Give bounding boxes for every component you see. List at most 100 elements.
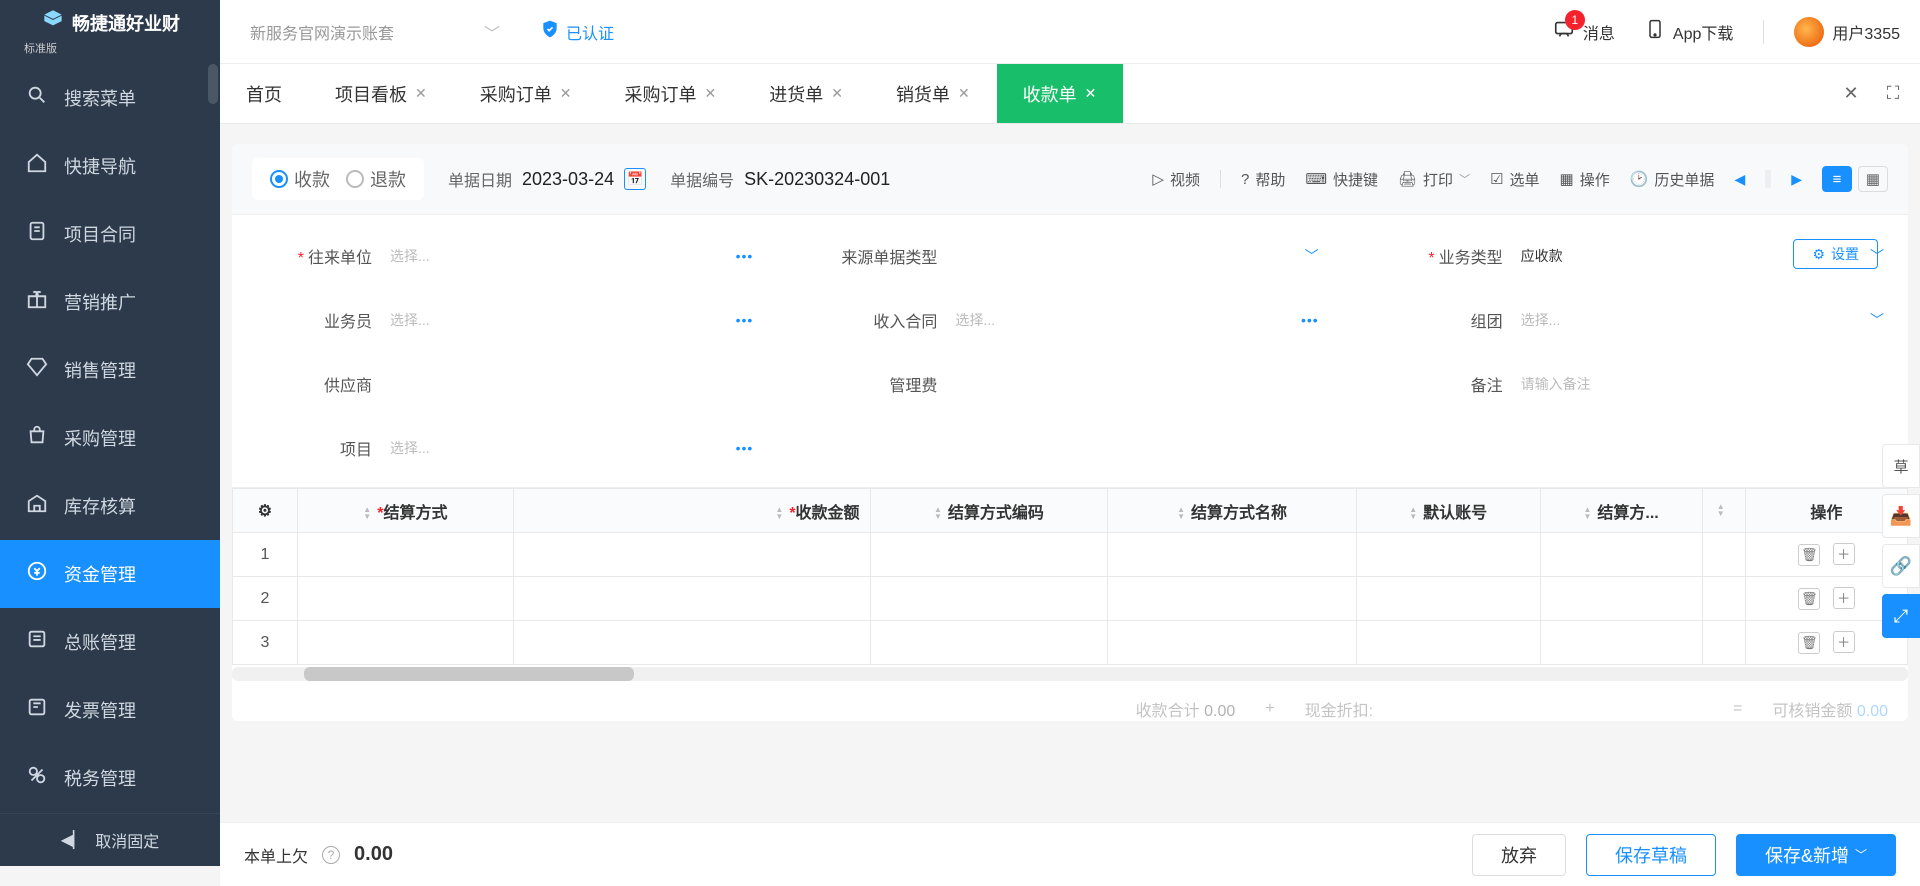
project-input[interactable]: 选择... •••: [386, 431, 757, 465]
toolbar-select[interactable]: ☑选单: [1490, 169, 1539, 190]
close-icon[interactable]: ✕: [1085, 85, 1097, 102]
cell[interactable]: [870, 621, 1108, 665]
cell[interactable]: [513, 577, 870, 621]
tabs-expand[interactable]: ⛶: [1880, 81, 1906, 107]
calendar-icon[interactable]: 📅: [624, 168, 646, 190]
sidebar-item-project-contract[interactable]: 项目合同: [0, 200, 220, 268]
cell[interactable]: [1356, 621, 1540, 665]
sidebar-item-finance[interactable]: 资金管理: [0, 540, 220, 608]
delete-row-button[interactable]: 🗑: [1798, 632, 1820, 654]
add-row-button[interactable]: ＋: [1833, 543, 1855, 565]
toolbar-print[interactable]: 🖨打印﹀: [1398, 169, 1470, 190]
cell[interactable]: [1540, 621, 1702, 665]
save-new-button[interactable]: 保存&新增 ﹀: [1736, 834, 1896, 876]
sticky-inbox[interactable]: 📥: [1882, 494, 1920, 538]
toolbar-help[interactable]: ?帮助: [1241, 169, 1285, 190]
user-action[interactable]: 用户3355: [1794, 17, 1900, 47]
save-draft-button[interactable]: 保存草稿: [1586, 834, 1716, 876]
table-row[interactable]: 1 🗑 ＋: [233, 533, 1908, 577]
nav-prev[interactable]: ◀: [1734, 171, 1745, 188]
tab-receipt[interactable]: 收款单 ✕: [997, 64, 1124, 123]
cell[interactable]: [1356, 577, 1540, 621]
sticky-attachment[interactable]: 🔗: [1882, 544, 1920, 588]
cell[interactable]: [1702, 621, 1745, 665]
nav-next[interactable]: ▶: [1791, 171, 1802, 188]
income-contract-input[interactable]: 选择... •••: [951, 303, 1322, 337]
toolbar-video[interactable]: ▷视频: [1152, 169, 1200, 190]
th-receipt-amount[interactable]: ▲▼*收款金额: [513, 489, 870, 533]
cell[interactable]: [1108, 533, 1357, 577]
delete-row-button[interactable]: 🗑: [1798, 588, 1820, 610]
close-icon[interactable]: ✕: [958, 85, 970, 102]
toolbar-shortcut[interactable]: ⌨快捷键: [1305, 169, 1378, 190]
close-icon[interactable]: ✕: [560, 85, 572, 102]
sidebar-scrollbar[interactable]: [208, 64, 218, 104]
cell[interactable]: [297, 577, 513, 621]
table-row[interactable]: 3 🗑 ＋: [233, 621, 1908, 665]
app-download-action[interactable]: App下载: [1645, 18, 1733, 45]
cell[interactable]: [1540, 533, 1702, 577]
cell[interactable]: [870, 577, 1108, 621]
th-default-account[interactable]: ▲▼默认账号: [1356, 489, 1540, 533]
chevron-down-icon[interactable]: ﹀: [1305, 246, 1319, 266]
radio-receipt[interactable]: 收款: [270, 166, 330, 192]
partner-input[interactable]: 选择... •••: [386, 239, 757, 273]
table-row[interactable]: 2 🗑 ＋: [233, 577, 1908, 621]
bill-date-value[interactable]: 2023-03-24: [522, 169, 614, 190]
cell[interactable]: [1540, 577, 1702, 621]
close-icon[interactable]: ✕: [704, 85, 716, 102]
tab-purchase-order-2[interactable]: 采购订单 ✕: [598, 64, 743, 123]
close-icon[interactable]: ✕: [831, 85, 843, 102]
supplier-input[interactable]: [386, 367, 757, 401]
source-type-input[interactable]: ﹀: [951, 239, 1322, 273]
tab-project-board[interactable]: 项目看板 ✕: [309, 64, 454, 123]
discard-button[interactable]: 放弃: [1472, 834, 1566, 876]
cell[interactable]: [1108, 621, 1357, 665]
cell[interactable]: [297, 533, 513, 577]
cell[interactable]: [870, 533, 1108, 577]
sidebar-item-marketing[interactable]: 营销推广: [0, 268, 220, 336]
scrollbar-thumb[interactable]: [304, 667, 634, 681]
view-list-toggle[interactable]: ≡: [1822, 166, 1852, 192]
th-more[interactable]: ▲▼: [1702, 489, 1745, 533]
group-input[interactable]: 选择... ﹀: [1517, 303, 1888, 337]
more-icon[interactable]: •••: [1301, 312, 1319, 328]
cell[interactable]: [513, 621, 870, 665]
messages-action[interactable]: 1 消息: [1553, 18, 1615, 45]
th-settle-name[interactable]: ▲▼结算方式名称: [1108, 489, 1357, 533]
cell[interactable]: [1702, 577, 1745, 621]
delete-row-button[interactable]: 🗑: [1798, 544, 1820, 566]
sidebar-item-purchase[interactable]: 采购管理: [0, 404, 220, 472]
mgmt-fee-input[interactable]: [951, 367, 1322, 401]
th-settle-code[interactable]: ▲▼结算方式编码: [870, 489, 1108, 533]
tab-home[interactable]: 首页: [220, 64, 309, 123]
sidebar-item-inventory[interactable]: 库存核算: [0, 472, 220, 540]
remark-input[interactable]: 请输入备注: [1517, 367, 1888, 401]
biz-type-input[interactable]: 应收款 ﹀: [1517, 239, 1888, 273]
sidebar-item-ledger[interactable]: 总账管理: [0, 608, 220, 676]
tab-goods-in[interactable]: 进货单 ✕: [743, 64, 870, 123]
chevron-down-icon[interactable]: ﹀: [1870, 246, 1884, 266]
sticky-fullscreen[interactable]: ⤢: [1882, 594, 1920, 638]
add-row-button[interactable]: ＋: [1833, 631, 1855, 653]
toolbar-operate[interactable]: ▦操作: [1560, 169, 1610, 190]
table-hscrollbar[interactable]: [232, 667, 1908, 681]
cell[interactable]: [1356, 533, 1540, 577]
more-icon[interactable]: •••: [736, 312, 754, 328]
sidebar-item-sales[interactable]: 销售管理: [0, 336, 220, 404]
sidebar-item-quicknav[interactable]: 快捷导航: [0, 132, 220, 200]
tabs-close-all[interactable]: ✕: [1838, 81, 1864, 107]
add-row-button[interactable]: ＋: [1833, 587, 1855, 609]
account-selector[interactable]: 新服务官网演示账套 ﹀: [220, 20, 540, 44]
cell[interactable]: [297, 621, 513, 665]
sidebar-item-tax[interactable]: 税务管理: [0, 744, 220, 812]
th-settle-method[interactable]: ▲▼*结算方式: [297, 489, 513, 533]
more-icon[interactable]: •••: [736, 248, 754, 264]
view-grid-toggle[interactable]: ▦: [1858, 166, 1888, 192]
toolbar-history[interactable]: 🕑历史单据: [1630, 169, 1715, 190]
cell[interactable]: [1108, 577, 1357, 621]
more-icon[interactable]: •••: [736, 440, 754, 456]
chevron-down-icon[interactable]: ﹀: [1870, 310, 1884, 330]
cell[interactable]: [513, 533, 870, 577]
th-settle-title[interactable]: ▲▼结算方...: [1540, 489, 1702, 533]
